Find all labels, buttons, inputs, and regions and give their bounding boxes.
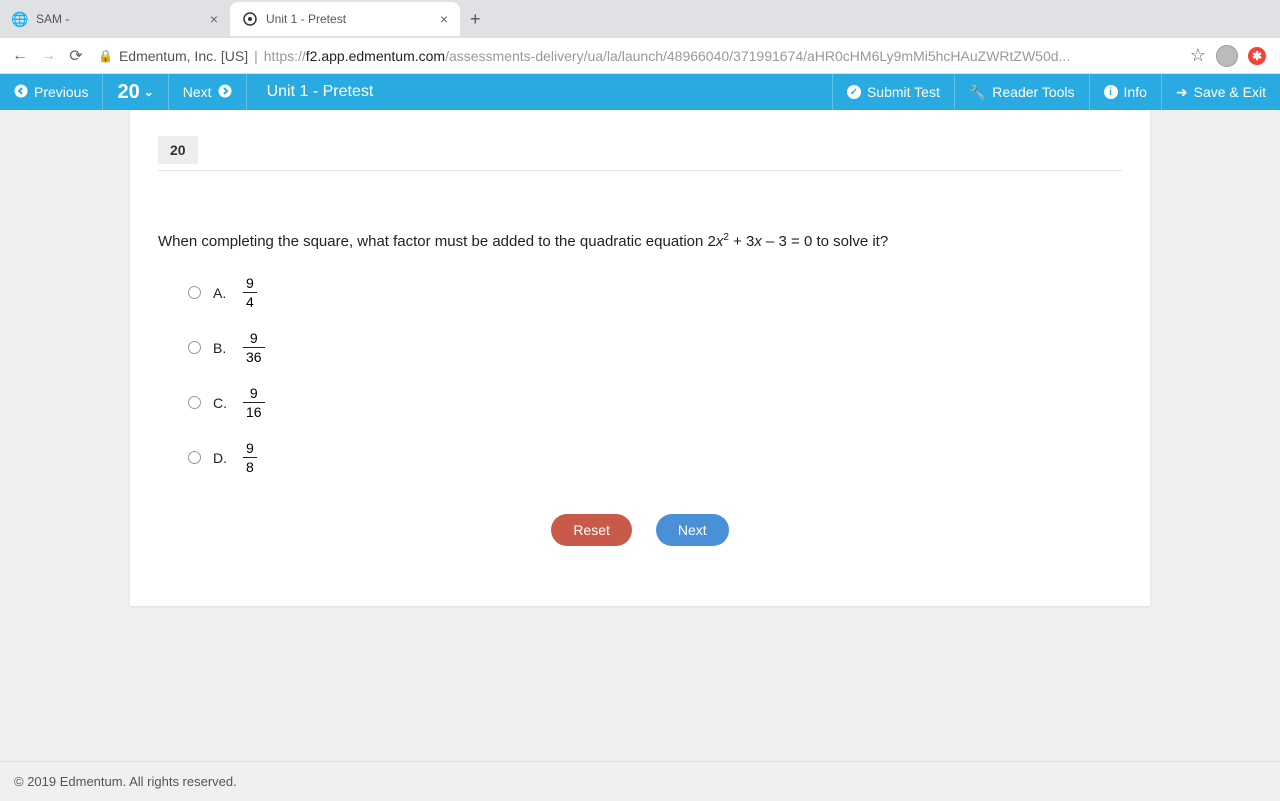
- radio-button[interactable]: [188, 286, 201, 299]
- radio-button[interactable]: [188, 396, 201, 409]
- radio-button[interactable]: [188, 451, 201, 464]
- reader-tools-button[interactable]: 🔧 Reader Tools: [954, 74, 1089, 110]
- action-buttons: Reset Next: [158, 514, 1122, 546]
- previous-button[interactable]: Previous: [0, 74, 103, 110]
- url-path: /assessments-delivery/ua/la/launch/48966…: [445, 48, 1070, 64]
- forward-button[interactable]: →: [34, 42, 62, 70]
- divider: [158, 170, 1122, 171]
- chevron-down-icon: ⌄: [144, 85, 154, 99]
- fraction: 9 4: [243, 276, 257, 309]
- address-bar: ← → ⟳ 🔒 Edmentum, Inc. [US] | https://f2…: [0, 38, 1280, 74]
- question-text: When completing the square, what factor …: [158, 231, 1122, 252]
- answer-options: A. 9 4 B. 9 36 C. 9 16: [188, 276, 1122, 474]
- option-letter: D.: [213, 450, 231, 466]
- fraction: 9 36: [243, 331, 265, 364]
- app-icon: [242, 11, 258, 27]
- arrow-left-icon: [14, 84, 28, 101]
- lock-icon: 🔒: [98, 49, 113, 63]
- next-button[interactable]: Next: [656, 514, 729, 546]
- option-a[interactable]: A. 9 4: [188, 276, 1122, 309]
- close-icon[interactable]: ×: [210, 11, 218, 27]
- question-count-dropdown[interactable]: 20 ⌄: [103, 74, 168, 110]
- info-icon: i: [1104, 85, 1118, 99]
- url-bar[interactable]: 🔒 Edmentum, Inc. [US] | https://f2.app.e…: [98, 42, 1190, 70]
- next-label: Next: [183, 84, 212, 100]
- tab-title: Unit 1 - Pretest: [266, 12, 346, 26]
- submit-label: Submit Test: [867, 84, 940, 100]
- submit-test-button[interactable]: ✓ Submit Test: [832, 74, 954, 110]
- question-card: 20 When completing the square, what fact…: [130, 110, 1150, 606]
- arrow-right-icon: [218, 84, 232, 101]
- next-nav-button[interactable]: Next: [169, 74, 247, 110]
- tab-unit1[interactable]: Unit 1 - Pretest ×: [230, 2, 460, 36]
- wrench-icon: 🔧: [969, 84, 986, 101]
- fraction: 9 8: [243, 441, 257, 474]
- question-number-badge: 20: [158, 136, 198, 164]
- tab-bar: 🌐 SAM - × Unit 1 - Pretest × +: [0, 0, 1280, 38]
- radio-button[interactable]: [188, 341, 201, 354]
- close-icon[interactable]: ×: [440, 11, 448, 27]
- page-title: Unit 1 - Pretest: [247, 74, 832, 110]
- exit-icon: ➜: [1176, 84, 1188, 101]
- info-label: Info: [1124, 84, 1147, 100]
- check-icon: ✓: [847, 85, 861, 99]
- info-button[interactable]: i Info: [1089, 74, 1161, 110]
- save-label: Save & Exit: [1194, 84, 1266, 100]
- save-exit-button[interactable]: ➜ Save & Exit: [1161, 74, 1280, 110]
- tab-sam[interactable]: 🌐 SAM - ×: [0, 2, 230, 36]
- url-prefix: https://: [264, 48, 306, 64]
- count-value: 20: [117, 81, 139, 104]
- content-area: 20 When completing the square, what fact…: [0, 110, 1280, 801]
- option-letter: A.: [213, 285, 231, 301]
- browser-chrome: 🌐 SAM - × Unit 1 - Pretest × + ← → ⟳ 🔒 E…: [0, 0, 1280, 74]
- option-b[interactable]: B. 9 36: [188, 331, 1122, 364]
- extension-icon[interactable]: ✱: [1248, 47, 1266, 65]
- option-c[interactable]: C. 9 16: [188, 386, 1122, 419]
- tab-title: SAM -: [36, 12, 69, 26]
- fraction: 9 16: [243, 386, 265, 419]
- url-origin: Edmentum, Inc. [US]: [119, 48, 248, 64]
- footer-copyright: © 2019 Edmentum. All rights reserved.: [0, 761, 1280, 801]
- option-d[interactable]: D. 9 8: [188, 441, 1122, 474]
- globe-icon: 🌐: [12, 11, 28, 27]
- profile-avatar[interactable]: [1216, 45, 1238, 67]
- reset-button[interactable]: Reset: [551, 514, 632, 546]
- reader-label: Reader Tools: [992, 84, 1074, 100]
- url-host: f2.app.edmentum.com: [306, 48, 445, 64]
- prev-label: Previous: [34, 84, 88, 100]
- back-button[interactable]: ←: [6, 42, 34, 70]
- bookmark-icon[interactable]: ☆: [1190, 45, 1206, 66]
- reload-button[interactable]: ⟳: [62, 42, 90, 70]
- app-toolbar: Previous 20 ⌄ Next Unit 1 - Pretest ✓ Su…: [0, 74, 1280, 110]
- option-letter: C.: [213, 395, 231, 411]
- option-letter: B.: [213, 340, 231, 356]
- new-tab-button[interactable]: +: [460, 9, 491, 30]
